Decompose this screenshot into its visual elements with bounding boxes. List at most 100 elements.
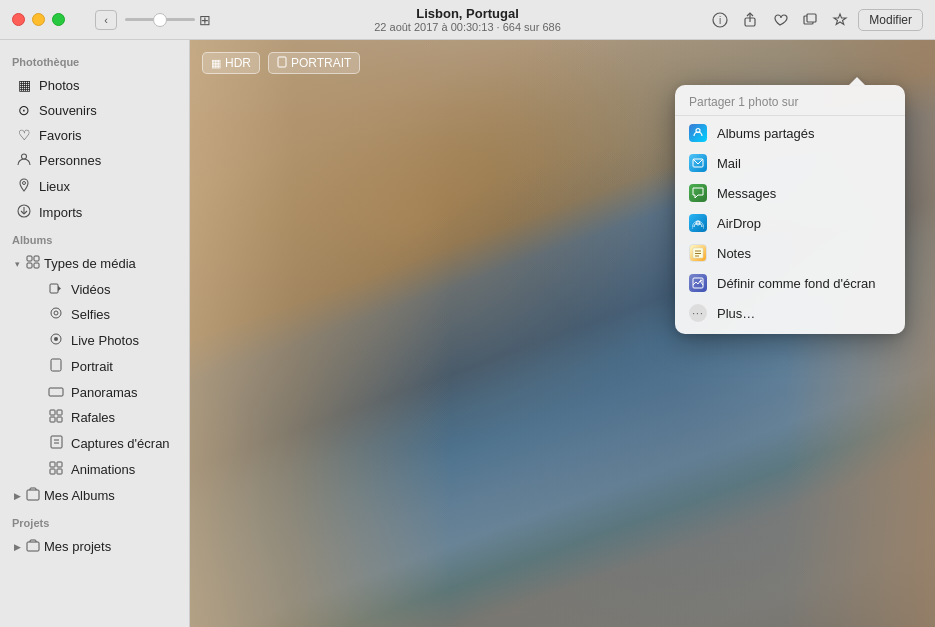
grid-view-icon[interactable]: ⊞: [199, 12, 211, 28]
close-button[interactable]: [12, 13, 25, 26]
svg-rect-13: [27, 263, 32, 268]
sidebar-item-photos-label: Photos: [39, 78, 79, 93]
svg-rect-30: [50, 462, 55, 467]
svg-point-17: [51, 308, 61, 318]
sidebar-item-live-photos[interactable]: Live Photos: [4, 328, 185, 353]
airdrop-icon: [689, 214, 707, 232]
sidebar-item-selfies[interactable]: Selfies: [4, 302, 185, 327]
sidebar-mes-projets-label: Mes projets: [44, 539, 111, 554]
sidebar-item-imports[interactable]: Imports: [4, 200, 185, 225]
sidebar-item-photos[interactable]: ▦ Photos: [4, 73, 185, 97]
photo-title: Lisbon, Portugal: [374, 6, 561, 21]
svg-rect-11: [27, 256, 32, 261]
sidebar-group-mes-albums[interactable]: ▶ Mes Albums: [4, 483, 185, 508]
sidebar-item-rafales[interactable]: Rafales: [4, 405, 185, 430]
sidebar-item-favoris-label: Favoris: [39, 128, 82, 143]
sidebar-item-souvenirs-label: Souvenirs: [39, 103, 97, 118]
portrait-tag-icon: [277, 56, 287, 70]
zoom-slider-container: ⊞: [125, 12, 211, 28]
sidebar-item-videos[interactable]: Vidéos: [4, 277, 185, 301]
svg-point-6: [23, 182, 26, 185]
svg-rect-23: [50, 410, 55, 415]
share-menu-item-wallpaper[interactable]: Définir comme fond d'écran: [675, 268, 905, 298]
sidebar-item-imports-label: Imports: [39, 205, 82, 220]
svg-point-18: [54, 311, 58, 315]
sidebar-item-personnes[interactable]: Personnes: [4, 148, 185, 173]
sidebar-item-favoris[interactable]: ♡ Favoris: [4, 123, 185, 147]
shared-albums-icon: [689, 124, 707, 142]
sidebar-section-projects: Projets: [0, 509, 189, 533]
photo-area: ▦ HDR PORTRAIT Partager 1 photo sur: [190, 40, 935, 627]
sidebar-section-library: Photothèque: [0, 48, 189, 72]
mes-projets-icon: [25, 538, 41, 555]
minimize-button[interactable]: [32, 13, 45, 26]
sidebar-group-mes-projets[interactable]: ▶ Mes projets: [4, 534, 185, 559]
share-menu-item-notes[interactable]: Notes: [675, 238, 905, 268]
sidebar-group-media-types[interactable]: ▾ Types de média: [4, 251, 185, 276]
mail-icon: [689, 154, 707, 172]
more-label: Plus…: [717, 306, 755, 321]
hdr-icon: ▦: [211, 57, 221, 70]
share-menu-item-shared-albums[interactable]: Albums partagés: [675, 118, 905, 148]
sidebar-item-captures[interactable]: Captures d'écran: [4, 431, 185, 456]
sidebar-mes-albums-label: Mes Albums: [44, 488, 115, 503]
selfies-icon: [48, 306, 64, 323]
main-layout: Photothèque ▦ Photos ⊙ Souvenirs ♡ Favor…: [0, 40, 935, 627]
titlebar: ‹ ⊞ Lisbon, Portugal 22 août 2017 à 00:3…: [0, 0, 935, 40]
sidebar-item-rafales-label: Rafales: [71, 410, 115, 425]
sidebar-item-panoramas[interactable]: Panoramas: [4, 380, 185, 404]
zoom-slider-thumb[interactable]: [153, 13, 167, 27]
svg-marker-16: [58, 286, 61, 291]
more-icon: ···: [689, 304, 707, 322]
sidebar-item-animations[interactable]: Animations: [4, 457, 185, 482]
share-menu-item-airdrop[interactable]: AirDrop: [675, 208, 905, 238]
disclosure-icon: ▾: [12, 259, 22, 269]
titlebar-center: Lisbon, Portugal 22 août 2017 à 00:30:13…: [374, 6, 561, 33]
svg-rect-4: [807, 14, 816, 22]
info-button[interactable]: i: [708, 10, 732, 30]
share-menu-item-more[interactable]: ··· Plus…: [675, 298, 905, 328]
favoris-icon: ♡: [16, 127, 32, 143]
svg-rect-35: [27, 542, 39, 551]
photos-icon: ▦: [16, 77, 32, 93]
sidebar: Photothèque ▦ Photos ⊙ Souvenirs ♡ Favor…: [0, 40, 190, 627]
svg-rect-15: [50, 284, 58, 293]
mail-label: Mail: [717, 156, 741, 171]
portrait-tag[interactable]: PORTRAIT: [268, 52, 360, 74]
share-menu-item-messages[interactable]: Messages: [675, 178, 905, 208]
external-button[interactable]: [798, 10, 822, 30]
sidebar-item-animations-label: Animations: [71, 462, 135, 477]
portrait-icon: [48, 358, 64, 375]
mes-albums-icon: [25, 487, 41, 504]
photo-subtitle: 22 août 2017 à 00:30:13 · 664 sur 686: [374, 21, 561, 33]
sidebar-item-selfies-label: Selfies: [71, 307, 110, 322]
magic-button[interactable]: [828, 10, 852, 30]
sidebar-item-portrait[interactable]: Portrait: [4, 354, 185, 379]
back-button[interactable]: ‹: [95, 10, 117, 30]
sidebar-item-souvenirs[interactable]: ⊙ Souvenirs: [4, 98, 185, 122]
share-button[interactable]: [738, 10, 762, 30]
svg-rect-14: [34, 263, 39, 268]
svg-rect-12: [34, 256, 39, 261]
share-dropdown-header: Partager 1 photo sur: [675, 91, 905, 116]
hdr-tag[interactable]: ▦ HDR: [202, 52, 260, 74]
modify-button[interactable]: Modifier: [858, 9, 923, 31]
favorite-button[interactable]: [768, 10, 792, 30]
sidebar-item-panoramas-label: Panoramas: [71, 385, 137, 400]
wallpaper-label: Définir comme fond d'écran: [717, 276, 876, 291]
sidebar-item-captures-label: Captures d'écran: [71, 436, 170, 451]
airdrop-label: AirDrop: [717, 216, 761, 231]
sidebar-item-videos-label: Vidéos: [71, 282, 111, 297]
share-menu-item-mail[interactable]: Mail: [675, 148, 905, 178]
zoom-slider-track[interactable]: [125, 18, 195, 21]
svg-rect-31: [57, 462, 62, 467]
captures-icon: [48, 435, 64, 452]
notes-label: Notes: [717, 246, 751, 261]
sidebar-item-personnes-label: Personnes: [39, 153, 101, 168]
svg-rect-26: [57, 417, 62, 422]
sidebar-item-lieux[interactable]: Lieux: [4, 174, 185, 199]
svg-text:i: i: [719, 15, 721, 26]
mes-projets-disclosure-icon: ▶: [12, 542, 22, 552]
sidebar-item-portrait-label: Portrait: [71, 359, 113, 374]
fullscreen-button[interactable]: [52, 13, 65, 26]
